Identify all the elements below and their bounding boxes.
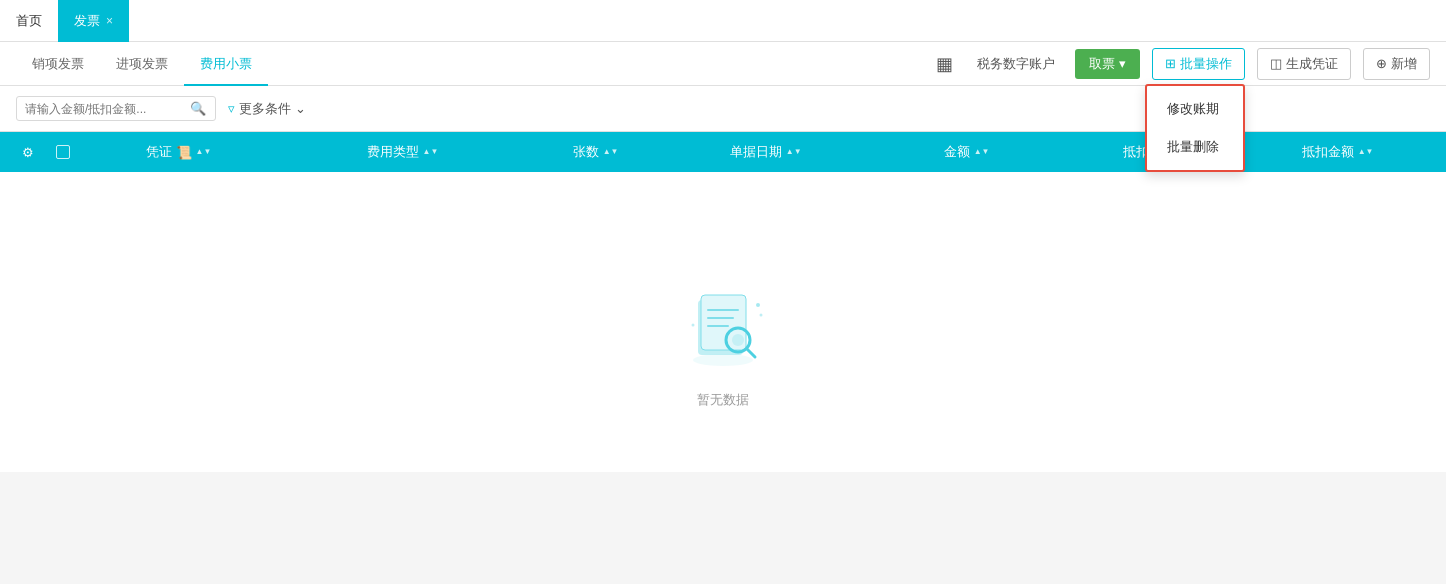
th-amount-sort-icon: ▲▼: [974, 148, 990, 156]
more-conditions-arrow-icon: ⌄: [295, 101, 306, 116]
generate-label: 生成凭证: [1286, 55, 1338, 73]
more-conditions-label: 更多条件: [239, 100, 291, 118]
nav-home[interactable]: 首页: [0, 0, 58, 42]
th-deduct-label: 抵扣金额: [1302, 143, 1354, 161]
svg-point-7: [732, 334, 744, 346]
th-deduct[interactable]: 抵扣金额 ▲▼: [1237, 143, 1438, 161]
th-cert-sort-icon: ▲▼: [196, 148, 212, 156]
tab-close-icon[interactable]: ×: [106, 0, 113, 42]
tab-purchase[interactable]: 进项发票: [100, 42, 184, 86]
new-plus-icon: ⊕: [1376, 56, 1387, 71]
th-count-label: 张数: [573, 143, 599, 161]
svg-point-0: [693, 354, 753, 366]
th-deduct-sort-icon: ▲▼: [1358, 148, 1374, 156]
empty-text: 暂无数据: [697, 391, 749, 409]
th-count[interactable]: 张数 ▲▼: [526, 143, 665, 161]
search-button[interactable]: 🔍: [190, 101, 206, 116]
th-amount-label: 金额: [944, 143, 970, 161]
batch-dropdown-menu: 修改账期 批量删除: [1145, 84, 1245, 172]
batch-label: 批量操作: [1180, 55, 1232, 73]
th-cert-label: 凭证: [146, 143, 172, 161]
th-type-label: 费用类型: [367, 143, 419, 161]
dropdown-item-batch-delete[interactable]: 批量删除: [1147, 128, 1243, 166]
search-wrap: 🔍: [16, 96, 216, 121]
svg-point-10: [760, 314, 763, 317]
th-amount[interactable]: 金额 ▲▼: [866, 143, 1067, 161]
th-date[interactable]: 单据日期 ▲▼: [665, 143, 866, 161]
empty-state: 暂无数据: [0, 172, 1446, 472]
tab-expense[interactable]: 费用小票: [184, 42, 268, 86]
new-label: 新增: [1391, 55, 1417, 73]
generate-voucher-button[interactable]: ◫ 生成凭证: [1257, 48, 1351, 80]
top-nav: 首页 发票 ×: [0, 0, 1446, 42]
qupiao-label: 取票: [1089, 55, 1115, 73]
filter-icon: ▿: [228, 101, 235, 116]
svg-point-9: [756, 303, 760, 307]
qupiao-button[interactable]: 取票 ▾: [1075, 49, 1140, 79]
svg-line-8: [747, 349, 755, 357]
tab-label: 发票: [74, 0, 100, 42]
th-date-label: 单据日期: [730, 143, 782, 161]
batch-grid-icon: ⊞: [1165, 56, 1176, 71]
th-count-sort-icon: ▲▼: [603, 148, 619, 156]
nav-tab-fapiao[interactable]: 发票 ×: [58, 0, 129, 42]
empty-illustration: [673, 275, 773, 375]
tax-account-button[interactable]: 税务数字账户: [969, 51, 1063, 77]
generate-icon: ◫: [1270, 56, 1282, 71]
settings-icon: ⚙: [22, 145, 34, 160]
search-input[interactable]: [25, 102, 190, 116]
svg-point-11: [692, 324, 695, 327]
sub-nav-actions: ▦ 税务数字账户 取票 ▾ ⊞ 批量操作 修改账期 批量删除 ◫ 生成凭证 ⊕ …: [932, 48, 1430, 80]
more-conditions-button[interactable]: ▿ 更多条件 ⌄: [228, 100, 306, 118]
select-all-checkbox[interactable]: [56, 145, 70, 159]
tab-sales[interactable]: 销项发票: [16, 42, 100, 86]
sub-nav: 销项发票 进项发票 费用小票 ▦ 税务数字账户 取票 ▾ ⊞ 批量操作 修改账期…: [0, 42, 1446, 86]
th-date-sort-icon: ▲▼: [786, 148, 802, 156]
qr-button[interactable]: ▦: [932, 49, 957, 79]
search-icon: 🔍: [190, 101, 206, 116]
sub-nav-tabs: 销项发票 进项发票 费用小票: [16, 42, 268, 86]
th-cert[interactable]: 凭证 📜 ▲▼: [78, 143, 279, 161]
dropdown-item-modify-period[interactable]: 修改账期: [1147, 90, 1243, 128]
th-checkbox[interactable]: [48, 145, 78, 159]
qupiao-arrow-icon: ▾: [1119, 56, 1126, 71]
batch-button[interactable]: ⊞ 批量操作: [1152, 48, 1245, 80]
batch-btn-wrapper: ⊞ 批量操作 修改账期 批量删除: [1152, 48, 1245, 80]
th-type[interactable]: 费用类型 ▲▼: [279, 143, 526, 161]
new-button[interactable]: ⊕ 新增: [1363, 48, 1430, 80]
th-settings[interactable]: ⚙: [8, 145, 48, 160]
qr-icon: ▦: [936, 54, 953, 74]
th-type-sort-icon: ▲▼: [423, 148, 439, 156]
th-cert-icon: 📜: [176, 145, 192, 160]
